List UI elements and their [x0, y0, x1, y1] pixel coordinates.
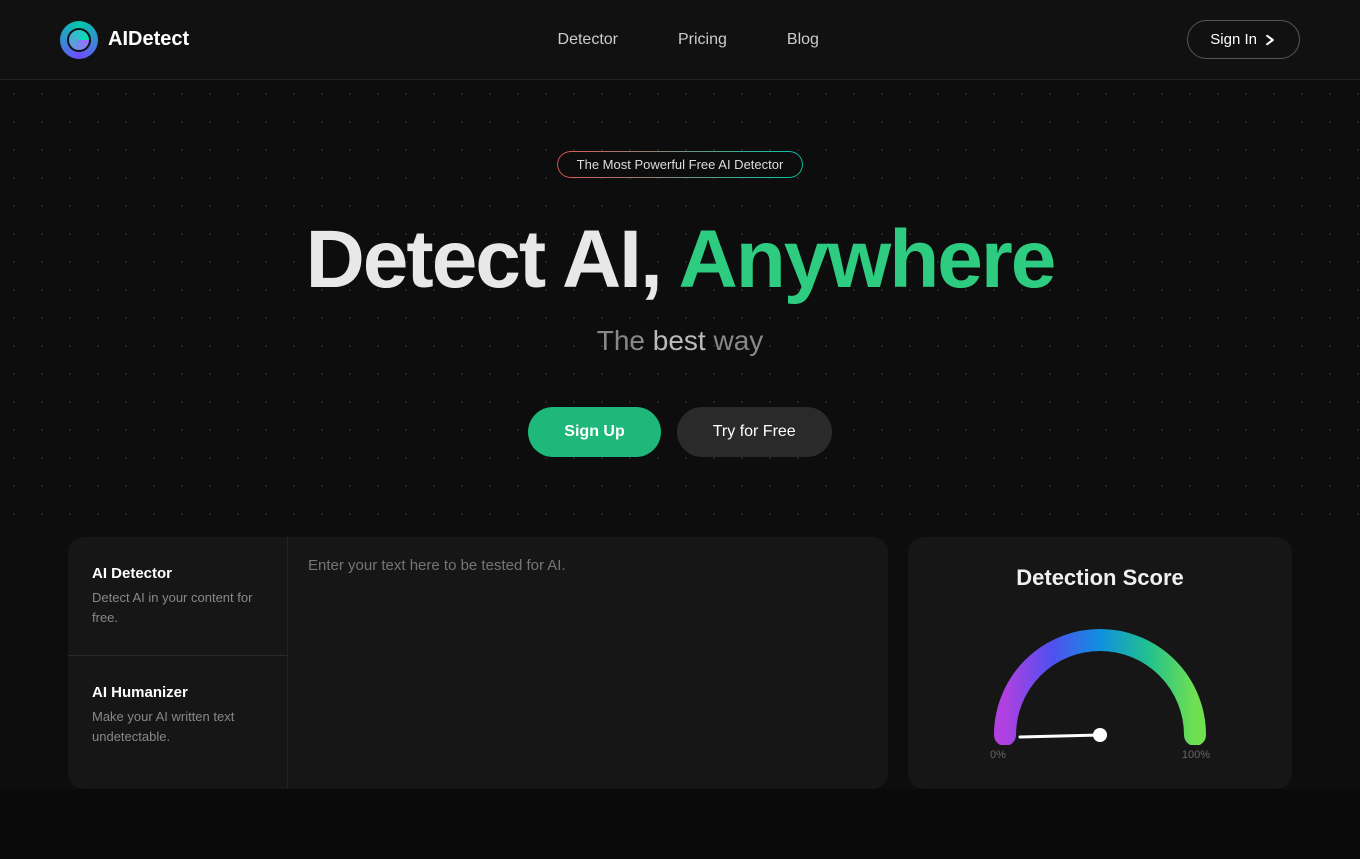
- gauge-labels: 0% 100%: [990, 749, 1210, 761]
- nav-pricing[interactable]: Pricing: [678, 31, 727, 48]
- logo-inner-icon: [67, 28, 91, 52]
- hero-badge: The Most Powerful Free AI Detector: [556, 150, 805, 179]
- gauge-min-label: 0%: [990, 749, 1006, 761]
- nav-detector[interactable]: Detector: [558, 31, 618, 48]
- detector-textarea-area: [288, 537, 888, 789]
- score-card: Detection Score: [908, 537, 1292, 789]
- detector-card: AI Detector Detect AI in your content fo…: [68, 537, 888, 789]
- sign-in-button[interactable]: Sign In: [1187, 20, 1300, 59]
- hero-buttons: Sign Up Try for Free: [528, 407, 831, 457]
- gauge-max-label: 100%: [1182, 749, 1210, 761]
- nav-blog[interactable]: Blog: [787, 31, 819, 48]
- gauge-chart: [990, 625, 1210, 745]
- text-input[interactable]: [308, 557, 868, 769]
- signup-button[interactable]: Sign Up: [528, 407, 660, 457]
- sidebar-ai-humanizer[interactable]: AI Humanizer Make your AI written text u…: [92, 684, 263, 746]
- sidebar-ai-detector[interactable]: AI Detector Detect AI in your content fo…: [92, 565, 263, 627]
- hero-subtitle: The best way: [597, 325, 764, 357]
- bottom-section: AI Detector Detect AI in your content fo…: [0, 517, 1360, 789]
- score-title: Detection Score: [1016, 565, 1184, 591]
- gauge-svg: [990, 625, 1210, 745]
- card-sidebar: AI Detector Detect AI in your content fo…: [68, 537, 288, 789]
- logo-text: AIDetect: [108, 28, 189, 51]
- hero-title: Detect AI, Anywhere: [306, 215, 1055, 305]
- try-free-button[interactable]: Try for Free: [677, 407, 832, 457]
- sidebar-divider: [68, 655, 287, 656]
- logo[interactable]: AIDetect: [60, 21, 189, 59]
- chevron-right-icon: [1263, 33, 1277, 47]
- logo-icon: [60, 21, 98, 59]
- navbar: AIDetect Detector Pricing Blog Sign In: [0, 0, 1360, 80]
- hero-section: The Most Powerful Free AI Detector Detec…: [0, 80, 1360, 517]
- nav-links: Detector Pricing Blog: [558, 31, 819, 49]
